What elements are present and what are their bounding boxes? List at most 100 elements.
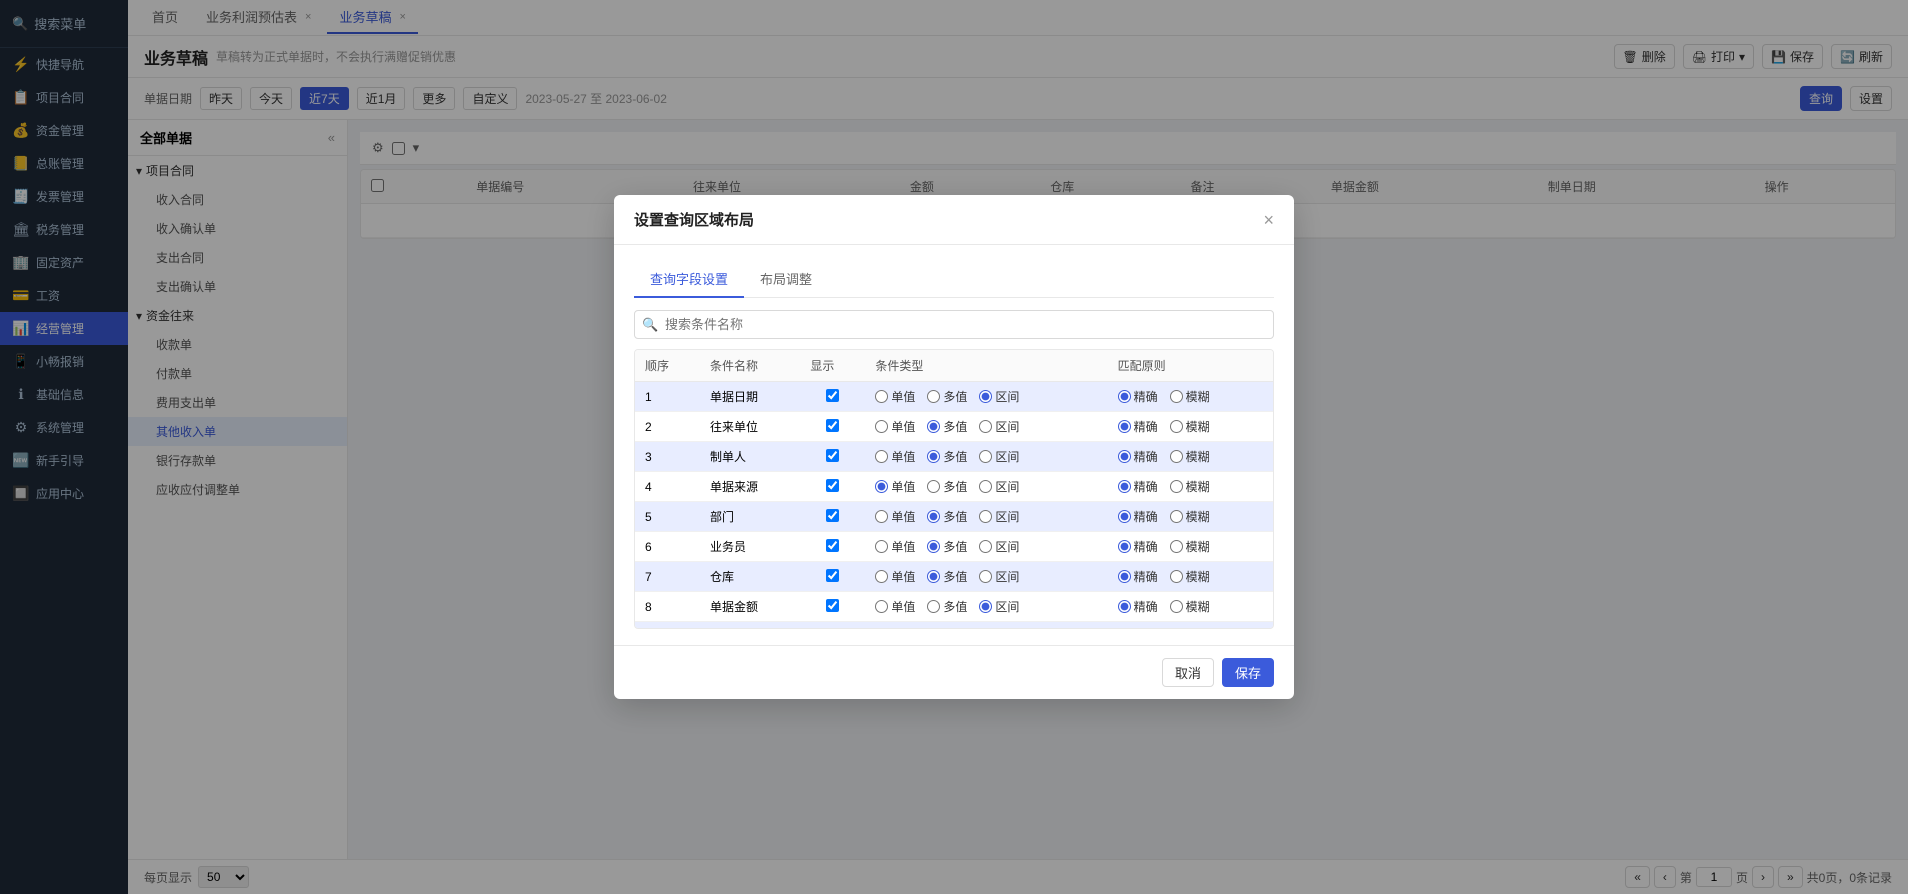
- condition-type-单值-label[interactable]: 单值: [875, 388, 915, 405]
- condition-type-单值-label[interactable]: 单值: [875, 598, 915, 615]
- match-模糊-label[interactable]: 模糊: [1170, 508, 1210, 525]
- config-display[interactable]: [800, 412, 865, 442]
- condition-type-单值-radio[interactable]: [875, 420, 888, 433]
- match-模糊-label[interactable]: 模糊: [1170, 388, 1210, 405]
- match-精确-radio[interactable]: [1118, 480, 1131, 493]
- condition-type-单值-radio[interactable]: [875, 390, 888, 403]
- display-checkbox[interactable]: [826, 539, 839, 552]
- condition-type-区间-label[interactable]: 区间: [979, 448, 1019, 465]
- dialog-cancel-button[interactable]: 取消: [1162, 658, 1214, 687]
- config-display[interactable]: [800, 382, 865, 412]
- condition-type-多值-label[interactable]: 多值: [927, 418, 967, 435]
- match-精确-label[interactable]: 精确: [1118, 568, 1158, 585]
- display-checkbox[interactable]: [826, 419, 839, 432]
- dialog-close-button[interactable]: ×: [1263, 211, 1274, 229]
- condition-type-单值-radio[interactable]: [875, 510, 888, 523]
- match-模糊-label[interactable]: 模糊: [1170, 418, 1210, 435]
- condition-type-单值-radio[interactable]: [875, 600, 888, 613]
- condition-type-多值-label[interactable]: 多值: [927, 628, 967, 629]
- config-display[interactable]: [800, 562, 865, 592]
- condition-type-单值-label[interactable]: 单值: [875, 478, 915, 495]
- match-模糊-radio[interactable]: [1170, 540, 1183, 553]
- match-模糊-radio[interactable]: [1170, 510, 1183, 523]
- config-display[interactable]: [800, 532, 865, 562]
- condition-type-多值-radio[interactable]: [927, 390, 940, 403]
- condition-type-区间-label[interactable]: 区间: [979, 538, 1019, 555]
- condition-type-多值-label[interactable]: 多值: [927, 388, 967, 405]
- condition-type-多值-label[interactable]: 多值: [927, 478, 967, 495]
- match-精确-label[interactable]: 精确: [1118, 508, 1158, 525]
- condition-type-区间-label[interactable]: 区间: [979, 418, 1019, 435]
- match-模糊-radio[interactable]: [1170, 600, 1183, 613]
- display-checkbox[interactable]: [826, 509, 839, 522]
- condition-type-区间-radio[interactable]: [979, 390, 992, 403]
- display-checkbox[interactable]: [826, 629, 839, 630]
- match-精确-radio[interactable]: [1118, 450, 1131, 463]
- condition-type-区间-label[interactable]: 区间: [979, 478, 1019, 495]
- condition-type-多值-radio[interactable]: [927, 480, 940, 493]
- match-模糊-radio[interactable]: [1170, 450, 1183, 463]
- config-display[interactable]: [800, 592, 865, 622]
- match-精确-radio[interactable]: [1118, 390, 1131, 403]
- condition-type-多值-radio[interactable]: [927, 510, 940, 523]
- condition-type-单值-label[interactable]: 单值: [875, 418, 915, 435]
- display-checkbox[interactable]: [826, 599, 839, 612]
- match-精确-label[interactable]: 精确: [1118, 388, 1158, 405]
- condition-type-区间-label[interactable]: 区间: [979, 508, 1019, 525]
- config-display[interactable]: [800, 502, 865, 532]
- match-精确-radio[interactable]: [1118, 540, 1131, 553]
- display-checkbox[interactable]: [826, 449, 839, 462]
- condition-type-单值-radio[interactable]: [875, 480, 888, 493]
- condition-type-多值-label[interactable]: 多值: [927, 538, 967, 555]
- condition-type-单值-label[interactable]: 单值: [875, 538, 915, 555]
- match-模糊-label[interactable]: 模糊: [1170, 598, 1210, 615]
- match-精确-radio[interactable]: [1118, 600, 1131, 613]
- dialog-search-input[interactable]: [634, 310, 1274, 339]
- display-checkbox[interactable]: [826, 479, 839, 492]
- dialog-tab-layout-adjust[interactable]: 布局调整: [744, 261, 828, 298]
- match-精确-label[interactable]: 精确: [1118, 448, 1158, 465]
- condition-type-区间-radio[interactable]: [979, 540, 992, 553]
- condition-type-单值-label[interactable]: 单值: [875, 628, 915, 629]
- match-精确-label[interactable]: 精确: [1118, 628, 1158, 629]
- condition-type-区间-label[interactable]: 区间: [979, 598, 1019, 615]
- match-精确-label[interactable]: 精确: [1118, 598, 1158, 615]
- display-checkbox[interactable]: [826, 389, 839, 402]
- condition-type-区间-radio[interactable]: [979, 600, 992, 613]
- match-模糊-label[interactable]: 模糊: [1170, 448, 1210, 465]
- condition-type-单值-label[interactable]: 单值: [875, 568, 915, 585]
- condition-type-区间-radio[interactable]: [979, 420, 992, 433]
- config-display[interactable]: [800, 622, 865, 630]
- match-精确-radio[interactable]: [1118, 510, 1131, 523]
- condition-type-单值-label[interactable]: 单值: [875, 508, 915, 525]
- condition-type-多值-label[interactable]: 多值: [927, 568, 967, 585]
- match-模糊-label[interactable]: 模糊: [1170, 478, 1210, 495]
- match-模糊-label[interactable]: 模糊: [1170, 628, 1210, 629]
- condition-type-区间-radio[interactable]: [979, 450, 992, 463]
- match-模糊-label[interactable]: 模糊: [1170, 538, 1210, 555]
- config-display[interactable]: [800, 472, 865, 502]
- condition-type-区间-label[interactable]: 区间: [979, 628, 1019, 629]
- condition-type-区间-radio[interactable]: [979, 570, 992, 583]
- match-模糊-radio[interactable]: [1170, 480, 1183, 493]
- match-模糊-radio[interactable]: [1170, 420, 1183, 433]
- condition-type-单值-radio[interactable]: [875, 450, 888, 463]
- condition-type-单值-radio[interactable]: [875, 570, 888, 583]
- condition-type-多值-radio[interactable]: [927, 420, 940, 433]
- condition-type-多值-radio[interactable]: [927, 570, 940, 583]
- match-精确-label[interactable]: 精确: [1118, 418, 1158, 435]
- display-checkbox[interactable]: [826, 569, 839, 582]
- match-精确-label[interactable]: 精确: [1118, 478, 1158, 495]
- condition-type-多值-label[interactable]: 多值: [927, 598, 967, 615]
- condition-type-区间-label[interactable]: 区间: [979, 568, 1019, 585]
- condition-type-多值-radio[interactable]: [927, 540, 940, 553]
- condition-type-区间-radio[interactable]: [979, 510, 992, 523]
- match-模糊-radio[interactable]: [1170, 390, 1183, 403]
- match-精确-label[interactable]: 精确: [1118, 538, 1158, 555]
- match-精确-radio[interactable]: [1118, 420, 1131, 433]
- condition-type-区间-radio[interactable]: [979, 480, 992, 493]
- condition-type-区间-label[interactable]: 区间: [979, 388, 1019, 405]
- condition-type-单值-radio[interactable]: [875, 540, 888, 553]
- dialog-tab-field-settings[interactable]: 查询字段设置: [634, 261, 744, 298]
- condition-type-多值-radio[interactable]: [927, 450, 940, 463]
